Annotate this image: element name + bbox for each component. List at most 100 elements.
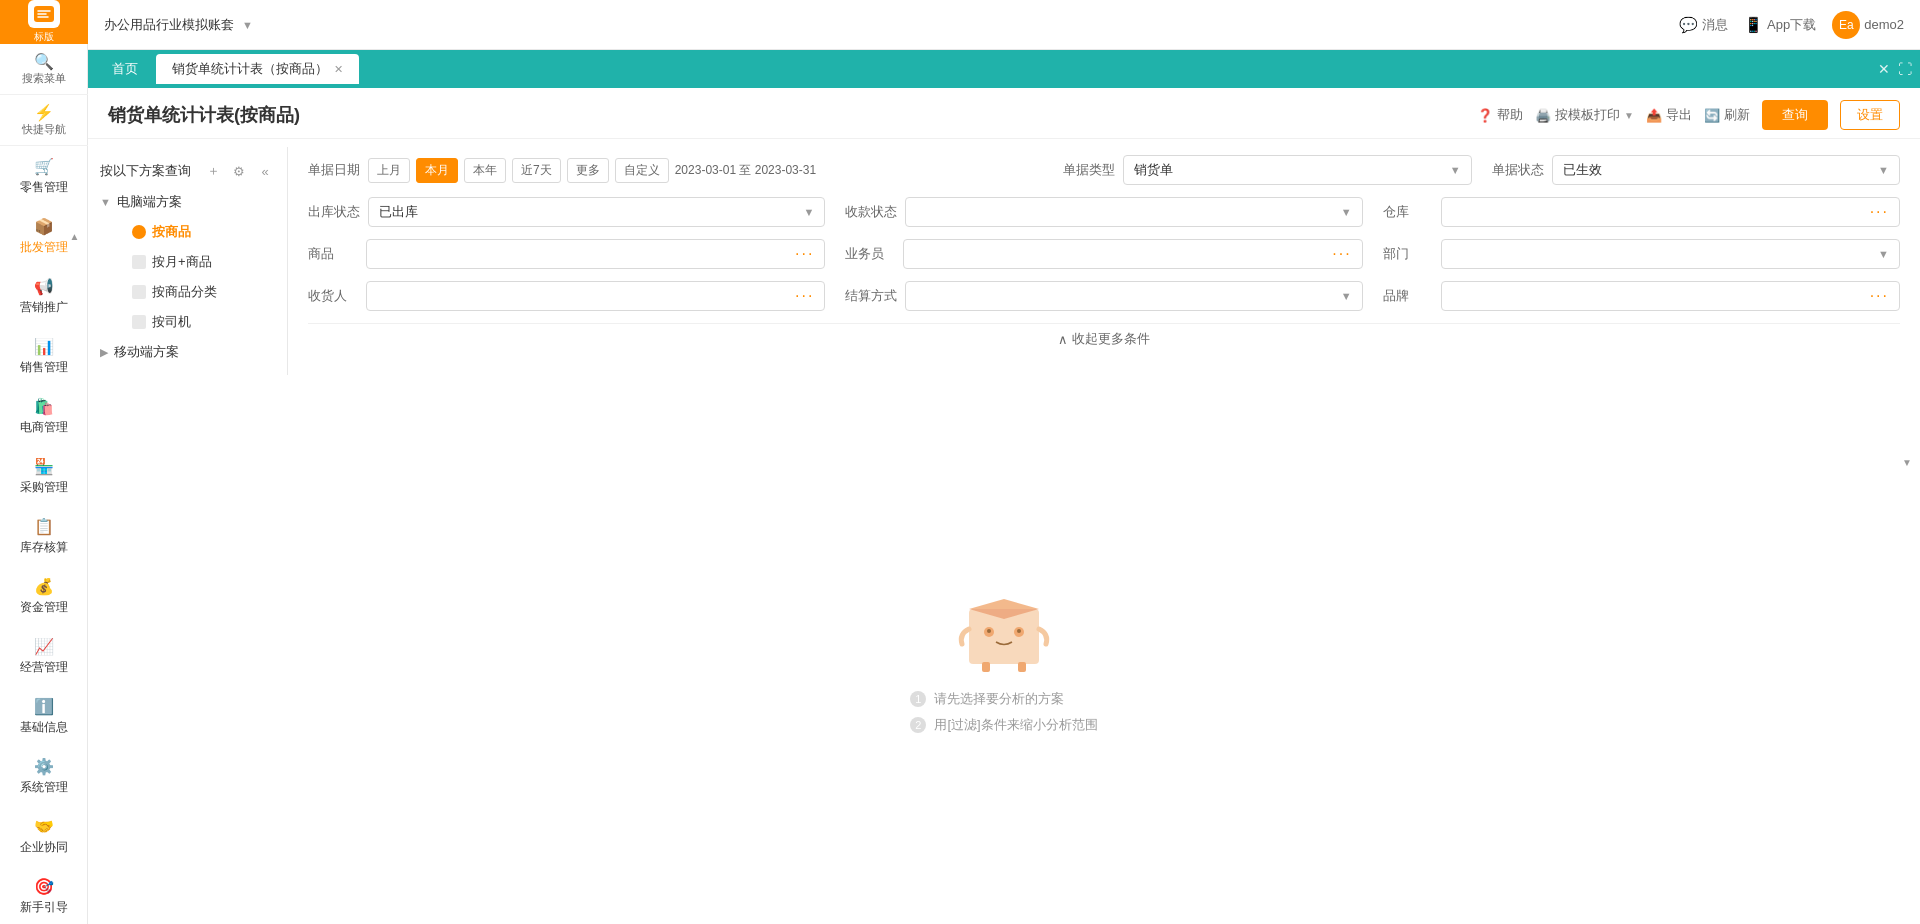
- help-label: 帮助: [1497, 106, 1523, 124]
- dropdown-arrow-icon: ▼: [242, 19, 253, 31]
- warehouse-status-select[interactable]: 已出库 ▼: [368, 197, 825, 227]
- filter-group-doc-status: 单据状态 已生效 ▼: [1492, 155, 1900, 185]
- sidebar-item-basic-info[interactable]: ℹ️ 基础信息: [0, 686, 88, 746]
- doc-type-select[interactable]: 销货单 ▼: [1123, 155, 1471, 185]
- tree-item-by-product-label: 按商品: [152, 223, 191, 241]
- sidebar-item-inventory[interactable]: 📋 库存核算: [0, 506, 88, 566]
- left-panel-header: 按以下方案查询 ＋ ⚙ «: [88, 155, 287, 187]
- sidebar-item-retail[interactable]: 🛒 零售管理 ▼: [0, 146, 88, 206]
- refresh-icon: 🔄: [1704, 108, 1720, 123]
- query-button[interactable]: 查询: [1762, 100, 1828, 130]
- export-btn[interactable]: 📤 导出: [1646, 106, 1692, 124]
- tab-home-label: 首页: [112, 60, 138, 78]
- doc-status-label: 单据状态: [1492, 161, 1544, 179]
- date-btn-last-month[interactable]: 上月: [368, 158, 410, 183]
- sidebar-item-marketing[interactable]: 📢 营销推广: [0, 266, 88, 326]
- sidebar-item-system[interactable]: ⚙️ 系统管理: [0, 746, 88, 806]
- svg-point-5: [1017, 629, 1021, 633]
- filter-group-doc-type: 单据类型 销货单 ▼: [1063, 155, 1471, 185]
- left-panel: 按以下方案查询 ＋ ⚙ « ▼ 电脑端方案 按商品 按月+: [88, 147, 288, 375]
- refresh-btn[interactable]: 🔄 刷新: [1704, 106, 1750, 124]
- collapse-filter-btn[interactable]: ∧ 收起更多条件: [308, 323, 1900, 354]
- tree-item-driver[interactable]: 按司机: [100, 307, 287, 337]
- date-btn-this-month[interactable]: 本月: [416, 158, 458, 183]
- doc-type-label: 单据类型: [1063, 161, 1115, 179]
- date-btn-this-year[interactable]: 本年: [464, 158, 506, 183]
- page-title: 销货单统计计表(按商品): [108, 103, 300, 127]
- doc-status-select[interactable]: 已生效 ▼: [1552, 155, 1900, 185]
- panel-add-btn[interactable]: ＋: [203, 161, 223, 181]
- empty-hint-2: 2 用[过滤]条件来缩小分析范围: [910, 716, 1097, 734]
- tree-section-mobile[interactable]: ▶ 移动端方案: [88, 337, 287, 367]
- sidebar-item-sales[interactable]: 📊 销售管理: [0, 326, 88, 386]
- filter-row-1: 单据日期 上月 本月 本年 近7天 更多 自定义 2023-03-01 至 20…: [308, 155, 1900, 185]
- dept-select[interactable]: ▼: [1441, 239, 1900, 269]
- panel-header-label: 按以下方案查询: [100, 162, 197, 180]
- brand-input[interactable]: ···: [1441, 281, 1900, 311]
- app-download-icon: 📱: [1744, 16, 1763, 34]
- retail-label: 零售管理: [20, 179, 68, 196]
- receiver-dots-icon: ···: [795, 287, 814, 305]
- date-btn-more[interactable]: 更多: [567, 158, 609, 183]
- header-left: 办公用品行业模拟账套 ▼: [104, 16, 253, 34]
- salesperson-input[interactable]: ···: [903, 239, 1362, 269]
- enterprise-label: 企业协同: [20, 839, 68, 856]
- tree-item-product-category[interactable]: 按商品分类: [100, 277, 287, 307]
- product-input[interactable]: ···: [366, 239, 825, 269]
- dept-label: 部门: [1383, 245, 1433, 263]
- tree-mobile-label: 移动端方案: [114, 343, 179, 361]
- page-actions: ❓ 帮助 🖨️ 按模板打印 ▼ 📤 导出 🔄 刷新 查询 设置: [1477, 100, 1900, 130]
- filter-group-date: 单据日期 上月 本月 本年 近7天 更多 自定义 2023-03-01 至 20…: [308, 158, 1043, 183]
- warehouse-status-value: 已出库: [379, 203, 418, 221]
- date-btn-7days[interactable]: 近7天: [512, 158, 561, 183]
- date-filter-control: 上月 本月 本年 近7天 更多 自定义 2023-03-01 至 2023-03…: [368, 158, 816, 183]
- tree-item-by-product[interactable]: 按商品: [100, 217, 287, 247]
- receiver-input[interactable]: ···: [366, 281, 825, 311]
- newbie-label: 新手引导: [20, 899, 68, 916]
- sidebar-item-operations[interactable]: 📈 经营管理: [0, 626, 88, 686]
- sidebar-quick-nav[interactable]: ⚡ 快捷导航: [0, 95, 88, 146]
- template-print-btn[interactable]: 🖨️ 按模板打印 ▼: [1535, 106, 1634, 124]
- svg-rect-6: [982, 662, 990, 672]
- payment-status-select[interactable]: ▼: [905, 197, 1362, 227]
- date-btn-custom[interactable]: 自定义: [615, 158, 669, 183]
- collapse-label: 收起更多条件: [1072, 330, 1150, 348]
- retail-icon: 🛒: [34, 156, 54, 176]
- sidebar-item-wholesale[interactable]: 📦 批发管理 ▲: [0, 206, 88, 266]
- sidebar-item-newbie[interactable]: 🎯 新手引导: [0, 866, 88, 924]
- user-btn[interactable]: Ea demo2: [1832, 11, 1904, 39]
- sidebar-item-ecommerce[interactable]: 🛍️ 电商管理: [0, 386, 88, 446]
- newbie-icon: 🎯: [34, 876, 54, 896]
- ecommerce-icon: 🛍️: [34, 396, 54, 416]
- tab-home[interactable]: 首页: [96, 54, 154, 84]
- panel-collapse-btn[interactable]: «: [255, 161, 275, 181]
- template-print-label: 按模板打印: [1555, 106, 1620, 124]
- tab-close-icon[interactable]: ✕: [334, 63, 343, 76]
- settings-button[interactable]: 设置: [1840, 100, 1900, 130]
- purchase-label: 采购管理: [20, 479, 68, 496]
- warehouse-status-caret-icon: ▼: [803, 206, 814, 218]
- panel-settings-btn[interactable]: ⚙: [229, 161, 249, 181]
- sidebar-search[interactable]: 🔍 搜索菜单: [0, 44, 88, 95]
- sidebar-item-finance[interactable]: 💰 资金管理: [0, 566, 88, 626]
- warehouse-status-label: 出库状态: [308, 203, 360, 221]
- enterprise-icon: 🤝: [34, 816, 54, 836]
- tab-sales-stat[interactable]: 销货单统计计表（按商品） ✕: [156, 54, 359, 84]
- settlement-select[interactable]: ▼: [905, 281, 1362, 311]
- sidebar-item-enterprise[interactable]: 🤝 企业协同: [0, 806, 88, 866]
- driver-icon: [132, 315, 146, 329]
- tab-close-all-icon[interactable]: ✕: [1878, 61, 1890, 77]
- help-btn[interactable]: ❓ 帮助: [1477, 106, 1523, 124]
- inventory-icon: 📋: [34, 516, 54, 536]
- app-download-btn[interactable]: 📱 App下载: [1744, 16, 1816, 34]
- tab-bar: 首页 销货单统计计表（按商品） ✕ ✕ ⛶: [88, 50, 1920, 88]
- tab-maximize-icon[interactable]: ⛶: [1898, 61, 1912, 77]
- tree-section-desktop[interactable]: ▼ 电脑端方案: [88, 187, 287, 217]
- receiver-label: 收货人: [308, 287, 358, 305]
- sidebar-item-purchase[interactable]: 🏪 采购管理: [0, 446, 88, 506]
- payment-status-caret-icon: ▼: [1341, 206, 1352, 218]
- user-name: demo2: [1864, 17, 1904, 32]
- tree-item-month-product[interactable]: 按月+商品: [100, 247, 287, 277]
- message-btn[interactable]: 💬 消息: [1679, 16, 1728, 34]
- warehouse-input[interactable]: ···: [1441, 197, 1900, 227]
